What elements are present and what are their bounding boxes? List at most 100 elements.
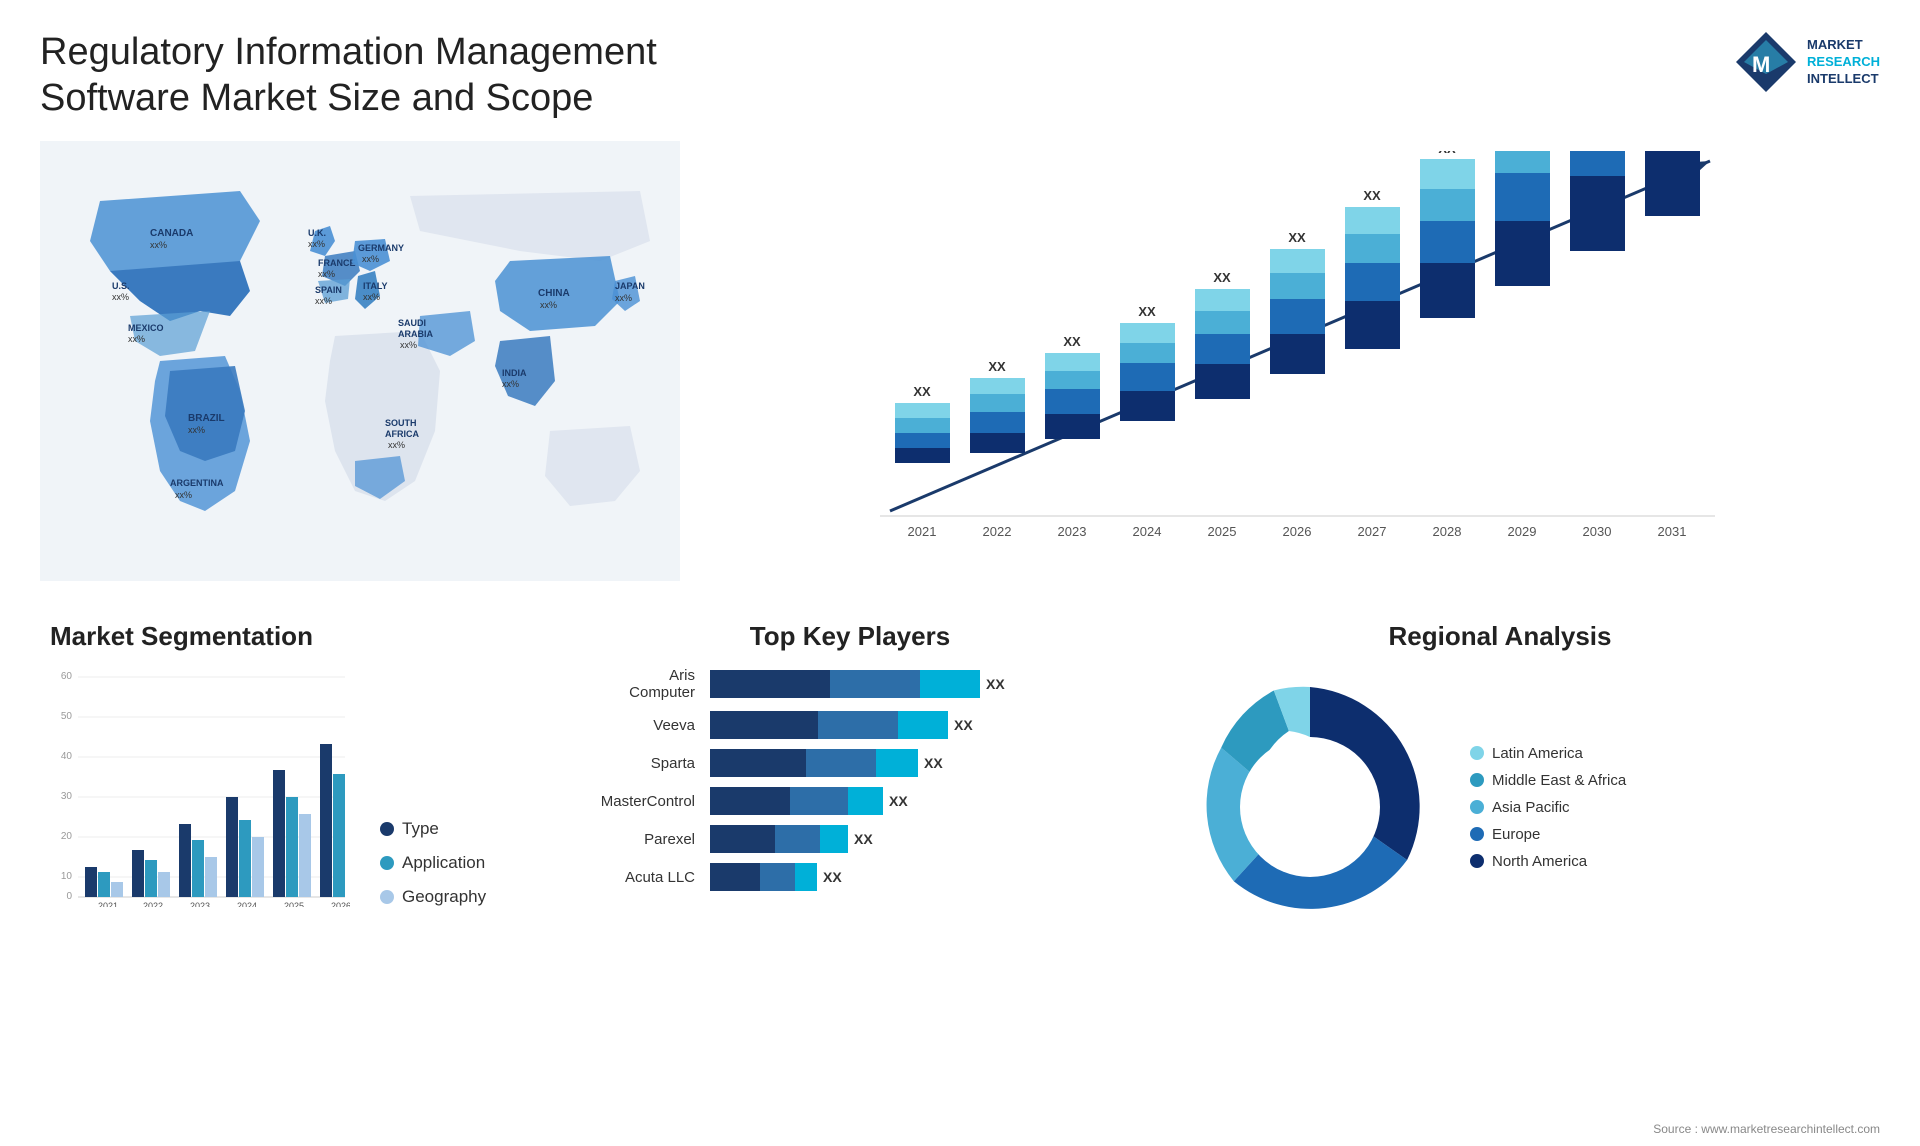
svg-text:GERMANY: GERMANY: [358, 243, 404, 253]
bar-seg1: [710, 711, 818, 739]
middle-east-dot: [1470, 773, 1484, 787]
north-america-label: North America: [1492, 853, 1587, 870]
svg-text:xx%: xx%: [318, 269, 335, 279]
segmentation-section: Market Segmentation 60 50 40 30 20 10 0: [40, 611, 540, 957]
player-name-mastercontrol: MasterControl: [570, 793, 700, 810]
svg-text:xx%: xx%: [362, 254, 379, 264]
app-label: Application: [402, 853, 485, 873]
players-section: Top Key Players ArisComputer XX Veeva: [560, 611, 1140, 957]
bar-chart-section: XX 2021 XX 2022 XX 2023: [700, 141, 1880, 581]
player-name-acuta: Acuta LLC: [570, 869, 700, 886]
bar-seg1: [710, 825, 775, 853]
bottom-sections: Market Segmentation 60 50 40 30 20 10 0: [40, 601, 1880, 957]
svg-text:30: 30: [61, 791, 73, 802]
bar-seg1: [710, 787, 790, 815]
svg-text:xx%: xx%: [175, 490, 192, 500]
svg-text:XX: XX: [1213, 270, 1231, 285]
svg-text:ARGENTINA: ARGENTINA: [170, 478, 224, 488]
type-label: Type: [402, 819, 439, 839]
player-bar-mastercontrol: [710, 787, 883, 815]
svg-text:SPAIN: SPAIN: [315, 285, 342, 295]
bar-seg3: [876, 749, 918, 777]
svg-text:INDIA: INDIA: [502, 368, 527, 378]
svg-text:2024: 2024: [1133, 524, 1162, 539]
geo-label: Geography: [402, 887, 486, 907]
player-bar-wrap-acuta: XX: [710, 863, 1130, 891]
player-row-parexel: Parexel XX: [570, 825, 1130, 853]
svg-text:xx%: xx%: [540, 300, 557, 310]
svg-text:20: 20: [61, 831, 73, 842]
logo-icon: M: [1734, 30, 1799, 95]
latin-america-dot: [1470, 746, 1484, 760]
svg-text:AFRICA: AFRICA: [385, 429, 419, 439]
player-bar-parexel: [710, 825, 848, 853]
bar-seg2: [760, 863, 795, 891]
svg-text:SOUTH: SOUTH: [385, 418, 417, 428]
main-content: CANADA xx% U.S. xx% MEXICO xx% BRAZIL xx…: [40, 141, 1880, 957]
bar-seg2: [775, 825, 820, 853]
svg-text:2023: 2023: [1058, 524, 1087, 539]
bar-seg3: [795, 863, 817, 891]
player-name-veeva: Veeva: [570, 717, 700, 734]
player-bar-sparta: [710, 749, 918, 777]
bar-seg3: [920, 670, 980, 698]
svg-text:xx%: xx%: [388, 440, 405, 450]
player-row-aris: ArisComputer XX: [570, 667, 1130, 701]
reg-north-america: North America: [1470, 853, 1626, 870]
svg-text:2023: 2023: [190, 901, 210, 907]
bar-seg2: [790, 787, 848, 815]
bar-seg1: [710, 863, 760, 891]
geo-dot: [380, 890, 394, 904]
svg-text:2031: 2031: [1658, 524, 1687, 539]
svg-text:CHINA: CHINA: [538, 288, 570, 299]
player-row-mastercontrol: MasterControl XX: [570, 787, 1130, 815]
player-row-veeva: Veeva XX: [570, 711, 1130, 739]
bar-seg2: [818, 711, 898, 739]
svg-text:U.K.: U.K.: [308, 228, 326, 238]
app-dot: [380, 856, 394, 870]
player-bar-wrap-sparta: XX: [710, 749, 1130, 777]
svg-text:XX: XX: [1363, 188, 1381, 203]
map-section: CANADA xx% U.S. xx% MEXICO xx% BRAZIL xx…: [40, 141, 680, 581]
svg-text:10: 10: [61, 871, 73, 882]
regional-content: Latin America Middle East & Africa Asia …: [1170, 667, 1830, 947]
svg-text:2026: 2026: [331, 901, 350, 907]
player-bar-wrap-veeva: XX: [710, 711, 1130, 739]
svg-text:xx%: xx%: [112, 292, 129, 302]
bar-seg3: [820, 825, 848, 853]
north-america-dot: [1470, 854, 1484, 868]
svg-text:2025: 2025: [284, 901, 304, 907]
middle-east-label: Middle East & Africa: [1492, 772, 1626, 789]
main-bar-chart: XX 2021 XX 2022 XX 2023: [720, 151, 1860, 571]
svg-text:XX: XX: [1138, 304, 1156, 319]
player-bar-veeva: [710, 711, 948, 739]
svg-text:xx%: xx%: [615, 293, 632, 303]
svg-text:XX: XX: [1063, 334, 1081, 349]
svg-text:60: 60: [61, 671, 73, 682]
regional-legend: Latin America Middle East & Africa Asia …: [1470, 745, 1626, 870]
regional-title: Regional Analysis: [1170, 621, 1830, 652]
seg-chart-area: 60 50 40 30 20 10 0: [50, 667, 530, 907]
svg-text:xx%: xx%: [150, 240, 167, 250]
reg-latin-america: Latin America: [1470, 745, 1626, 762]
svg-text:XX: XX: [1288, 230, 1306, 245]
player-bar-wrap-parexel: XX: [710, 825, 1130, 853]
player-name-parexel: Parexel: [570, 831, 700, 848]
donut-chart: [1170, 667, 1450, 947]
svg-text:MEXICO: MEXICO: [128, 323, 164, 333]
source-text: Source : www.marketresearchintellect.com: [1653, 1122, 1880, 1136]
player-val-acuta: XX: [823, 869, 842, 885]
reg-europe: Europe: [1470, 826, 1626, 843]
svg-text:U.S.: U.S.: [112, 281, 130, 291]
regional-section: Regional Analysis: [1160, 611, 1840, 957]
svg-text:xx%: xx%: [128, 334, 145, 344]
svg-text:BRAZIL: BRAZIL: [188, 413, 225, 424]
svg-text:xx%: xx%: [308, 239, 325, 249]
bar-seg2: [806, 749, 876, 777]
reg-asia-pacific: Asia Pacific: [1470, 799, 1626, 816]
svg-text:xx%: xx%: [502, 379, 519, 389]
player-name-sparta: Sparta: [570, 755, 700, 772]
bar-seg1: [710, 749, 806, 777]
legend-geography: Geography: [380, 887, 486, 907]
logo-container: M MARKET RESEARCH INTELLECT: [1734, 30, 1880, 95]
